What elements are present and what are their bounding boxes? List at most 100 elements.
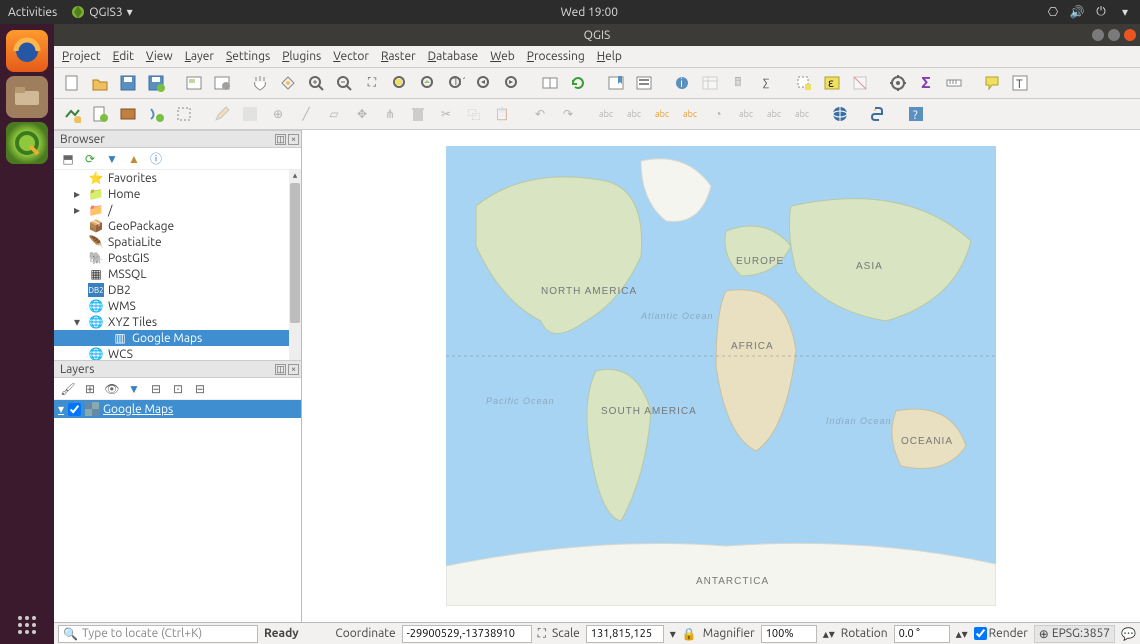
panel-float-button[interactable]: ◫: [275, 134, 286, 145]
undo-button[interactable]: ↶: [528, 102, 552, 126]
zoom-out-button[interactable]: [332, 71, 356, 95]
spinner-icon[interactable]: ▴▾: [823, 627, 835, 641]
copy-button[interactable]: ⿻: [462, 102, 486, 126]
menu-raster[interactable]: Raster: [381, 50, 416, 63]
rotation-input[interactable]: [894, 625, 950, 643]
refresh-icon[interactable]: ⟳: [82, 151, 98, 167]
layers-tree[interactable]: ▾ Google Maps: [54, 400, 301, 622]
new-map-view-button[interactable]: [538, 71, 562, 95]
dropdown-icon[interactable]: ▾: [1118, 5, 1132, 19]
expand-icon[interactable]: ⊟: [148, 381, 164, 397]
sigma-button[interactable]: Σ: [914, 71, 938, 95]
zoom-native-button[interactable]: 1:1: [444, 71, 468, 95]
menu-edit[interactable]: Edit: [113, 50, 134, 63]
label-pin-button[interactable]: abc: [650, 102, 674, 126]
scrollbar[interactable]: ▴: [289, 170, 301, 360]
coordinate-input[interactable]: [402, 625, 532, 643]
filter-icon[interactable]: ▼: [104, 151, 120, 167]
new-spatialite-button[interactable]: [144, 102, 168, 126]
zoom-to-selection-button[interactable]: [388, 71, 412, 95]
panel-close-button[interactable]: ×: [288, 364, 299, 375]
label-button[interactable]: abc: [594, 102, 618, 126]
menu-processing[interactable]: Processing: [527, 50, 585, 63]
magnifier-input[interactable]: [761, 625, 817, 643]
power-icon[interactable]: ⏻: [1094, 5, 1108, 19]
menu-project[interactable]: Project: [62, 50, 101, 63]
cut-button[interactable]: ✂: [434, 102, 458, 126]
browser-item[interactable]: 📦GeoPackage: [54, 218, 301, 234]
browser-item[interactable]: 🌐WCS: [54, 346, 301, 360]
messages-icon[interactable]: 💬: [1121, 627, 1136, 641]
expand-icon[interactable]: ▾: [74, 315, 84, 329]
zoom-full-button[interactable]: ⛶: [360, 71, 384, 95]
lock-icon[interactable]: 🔒: [682, 627, 697, 641]
bookmarks-button[interactable]: [604, 71, 628, 95]
close-button[interactable]: [1124, 29, 1136, 41]
browser-item[interactable]: 🐘PostGIS: [54, 250, 301, 266]
add-feature-button[interactable]: ⊕: [266, 102, 290, 126]
metasearch-button[interactable]: [828, 102, 852, 126]
expand-icon[interactable]: ▸: [74, 187, 84, 201]
zoom-last-button[interactable]: [472, 71, 496, 95]
stats-button[interactable]: ∑: [754, 71, 778, 95]
save-edits-button[interactable]: [238, 102, 262, 126]
text-annotation-button[interactable]: T: [1008, 71, 1032, 95]
browser-tree[interactable]: ⭐Favorites▸📁Home▸📁/📦GeoPackage🪶SpatiaLit…: [54, 170, 301, 360]
new-project-button[interactable]: [60, 71, 84, 95]
style-icon[interactable]: 🖌: [60, 381, 76, 397]
browser-panel-header[interactable]: Browser ◫×: [54, 130, 301, 148]
menu-vector[interactable]: Vector: [333, 50, 369, 63]
delete-button[interactable]: [406, 102, 430, 126]
extents-icon[interactable]: ⛶: [538, 627, 546, 641]
layers-panel-header[interactable]: Layers ◫×: [54, 360, 301, 378]
save-project-button[interactable]: [116, 71, 140, 95]
locator-input[interactable]: 🔍 Type to locate (Ctrl+K): [58, 625, 258, 643]
filter-layers-icon[interactable]: ▼: [126, 381, 142, 397]
diagram-button[interactable]: ◔: [706, 102, 730, 126]
move-feature-button[interactable]: ✥: [350, 102, 374, 126]
open-project-button[interactable]: [88, 71, 112, 95]
volume-icon[interactable]: 🔊: [1070, 5, 1084, 19]
browser-item[interactable]: ▥Google Maps: [54, 330, 301, 346]
pan-button[interactable]: [248, 71, 272, 95]
new-gpkg-button[interactable]: [116, 102, 140, 126]
new-virtual-button[interactable]: [172, 102, 196, 126]
menu-layer[interactable]: Layer: [185, 50, 214, 63]
collapse-all-icon[interactable]: ⊡: [170, 381, 186, 397]
layer-item-google-maps[interactable]: ▾ Google Maps: [54, 400, 301, 418]
label-config-button[interactable]: abc: [622, 102, 646, 126]
new-shapefile-button[interactable]: [88, 102, 112, 126]
activities-button[interactable]: Activities: [8, 6, 57, 19]
maximize-button[interactable]: [1108, 29, 1120, 41]
help-button[interactable]: ?: [904, 102, 928, 126]
collapse-icon[interactable]: ▲: [126, 151, 142, 167]
browser-item[interactable]: ▸📁/: [54, 202, 301, 218]
label-pin2-button[interactable]: abc: [678, 102, 702, 126]
browser-item[interactable]: ▾🌐XYZ Tiles: [54, 314, 301, 330]
node-tool-button[interactable]: ⋔: [378, 102, 402, 126]
menu-web[interactable]: Web: [490, 50, 515, 63]
label-props-button[interactable]: abc: [790, 102, 814, 126]
add-layer-icon[interactable]: ⬒: [60, 151, 76, 167]
add-polygon-button[interactable]: ▱: [322, 102, 346, 126]
visibility-icon[interactable]: 👁: [104, 381, 120, 397]
maptips-button[interactable]: [980, 71, 1004, 95]
toolbox-button[interactable]: [886, 71, 910, 95]
label-rotate-button[interactable]: abc: [762, 102, 786, 126]
properties-icon[interactable]: ⓘ: [148, 151, 164, 167]
select-by-expr-button[interactable]: ε: [820, 71, 844, 95]
app-indicator[interactable]: QGIS3 ▾: [71, 5, 132, 19]
add-group-icon[interactable]: ⊞: [82, 381, 98, 397]
label-move-button[interactable]: abc: [734, 102, 758, 126]
browser-item[interactable]: DB2DB2: [54, 282, 301, 298]
edit-toggle-button[interactable]: [210, 102, 234, 126]
map-canvas[interactable]: NORTH AMERICA SOUTH AMERICA EUROPE AFRIC…: [302, 130, 1140, 622]
menu-plugins[interactable]: Plugins: [282, 50, 321, 63]
select-features-button[interactable]: [792, 71, 816, 95]
python-console-button[interactable]: [866, 102, 890, 126]
field-calc-button[interactable]: 🖩: [726, 71, 750, 95]
menu-view[interactable]: View: [146, 50, 173, 63]
identify-button[interactable]: i: [670, 71, 694, 95]
browser-item[interactable]: ▸📁Home: [54, 186, 301, 202]
refresh-button[interactable]: [566, 71, 590, 95]
